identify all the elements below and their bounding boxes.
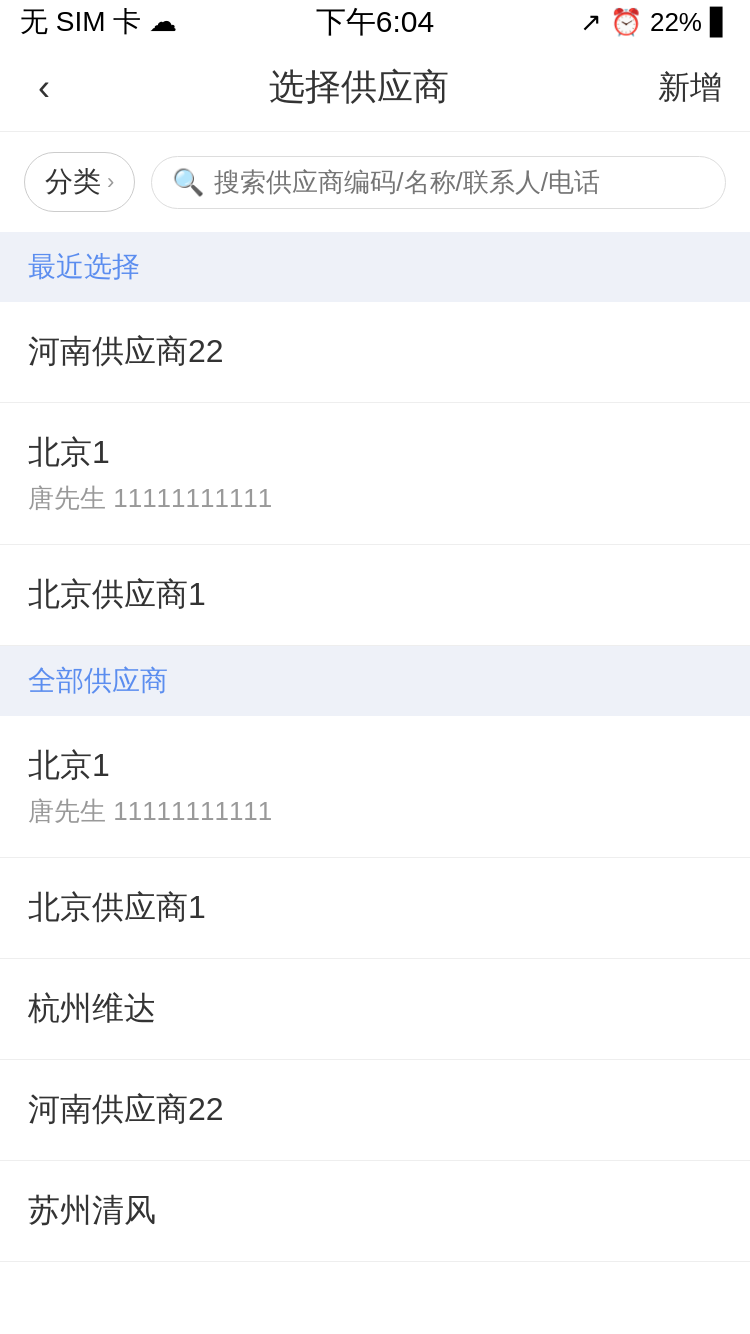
list-item[interactable]: 北京1 唐先生 11111111111 [0, 403, 750, 545]
recent-items-list: 河南供应商22 北京1 唐先生 11111111111 北京供应商1 [0, 302, 750, 646]
nav-bar: ‹ 选择供应商 新增 [0, 44, 750, 132]
add-button[interactable]: 新增 [658, 66, 722, 110]
search-box: 🔍 [151, 156, 726, 209]
location-icon: ↗ [580, 7, 602, 38]
status-bar: 无 SIM 卡 ☁ 下午6:04 ↗ ⏰ 22% ▋ [0, 0, 750, 44]
alarm-icon: ⏰ [610, 7, 642, 38]
item-name: 杭州维达 [28, 987, 722, 1031]
item-sub: 唐先生 11111111111 [28, 794, 722, 829]
all-items-list: 北京1 唐先生 11111111111 北京供应商1 杭州维达河南供应商22 苏州清风 [0, 716, 750, 1262]
category-button[interactable]: 分类 › [24, 152, 135, 212]
item-name: 北京供应商1 [28, 573, 722, 617]
list-item[interactable]: 北京供应商1 [0, 545, 750, 646]
chevron-right-icon: › [107, 169, 114, 195]
list-item[interactable]: 河南供应商22 [0, 1060, 750, 1161]
page-title: 选择供应商 [269, 63, 449, 112]
all-section-header: 全部供应商 [0, 646, 750, 716]
filter-bar: 分类 › 🔍 [0, 132, 750, 232]
item-name: 河南供应商22 [28, 330, 722, 374]
list-item[interactable]: 苏州清风 [0, 1161, 750, 1262]
item-name: 北京供应商1 [28, 886, 722, 930]
no-sim-label: 无 SIM 卡 ☁ [20, 3, 177, 41]
status-right: ↗ ⏰ 22% ▋ [580, 7, 730, 38]
category-label: 分类 [45, 163, 101, 201]
list-item[interactable]: 河南供应商22 [0, 302, 750, 403]
recent-section-title: 最近选择 [28, 251, 140, 282]
back-button[interactable]: ‹ [28, 57, 60, 119]
status-left: 无 SIM 卡 ☁ [20, 3, 177, 41]
list-item[interactable]: 北京1 唐先生 11111111111 [0, 716, 750, 858]
item-name: 北京1 [28, 431, 722, 475]
search-input[interactable] [214, 167, 705, 198]
search-icon: 🔍 [172, 167, 204, 198]
recent-section-header: 最近选择 [0, 232, 750, 302]
battery-icon: ▋ [710, 7, 730, 38]
battery-label: 22% [650, 7, 702, 38]
item-name: 苏州清风 [28, 1189, 722, 1233]
list-item[interactable]: 杭州维达 [0, 959, 750, 1060]
item-sub: 唐先生 11111111111 [28, 481, 722, 516]
status-time: 下午6:04 [316, 2, 434, 43]
all-section-title: 全部供应商 [28, 665, 168, 696]
item-name: 北京1 [28, 744, 722, 788]
item-name: 河南供应商22 [28, 1088, 722, 1132]
list-item[interactable]: 北京供应商1 [0, 858, 750, 959]
